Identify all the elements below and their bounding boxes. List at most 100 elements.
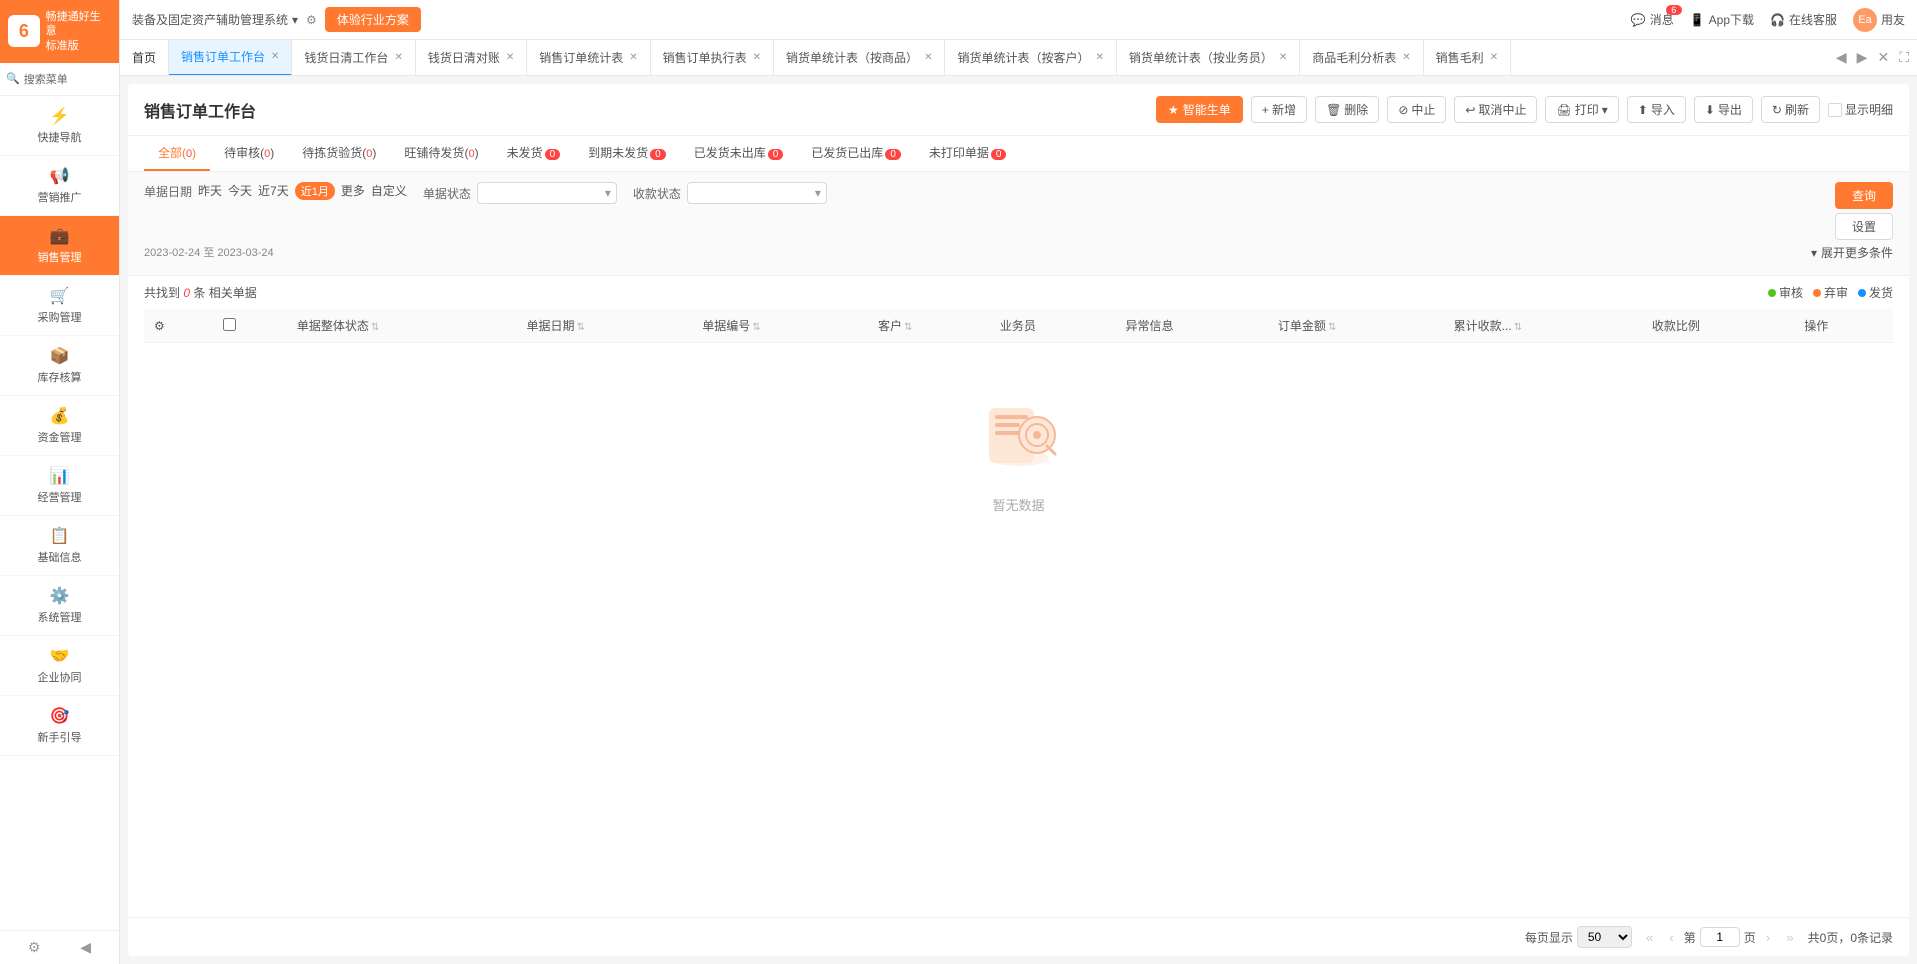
sidebar-search[interactable]: 🔍 搜索菜单 (0, 63, 119, 96)
column-settings-icon[interactable]: ⚙ (154, 319, 165, 333)
expand-filter-button[interactable]: ▾ 展开更多条件 (1811, 244, 1893, 261)
batch-ship-button[interactable]: 发货 (1858, 284, 1893, 301)
sidebar-item-enterprise[interactable]: 🤝企业协同 (0, 636, 119, 696)
prev-page-button[interactable]: ‹ (1663, 928, 1679, 947)
system-title-dropdown[interactable]: 装备及固定资产辅助管理系统 ▾ (132, 11, 298, 28)
th-customer[interactable]: 客户⇅ (868, 309, 990, 343)
settings-footer-icon[interactable]: ⚙ (28, 939, 41, 956)
tab-close-sales-customer-stats[interactable]: ✕ (1095, 52, 1103, 63)
industry-solution-button[interactable]: 体验行业方案 (325, 7, 421, 32)
sub-tab-not-shipped[interactable]: 未发货0 (493, 136, 575, 171)
nav-label-system: 系统管理 (38, 609, 82, 625)
tab-margin-analysis[interactable]: 商品毛利分析表✕ (1300, 40, 1423, 76)
query-button[interactable]: 查询 (1835, 182, 1893, 209)
delete-button[interactable]: 🗑 删除 (1315, 96, 1379, 123)
date-link-yesterday[interactable]: 昨天 (198, 182, 222, 200)
select-all-checkbox[interactable] (223, 318, 236, 331)
sidebar-item-purchase[interactable]: 🛒采购管理 (0, 276, 119, 336)
tab-close-sales-stats[interactable]: ✕ (629, 52, 637, 63)
topbar-settings-icon[interactable]: ⚙ (306, 13, 317, 27)
batch-cancel-button[interactable]: 弃审 (1813, 284, 1848, 301)
sort-icon-date: ⇅ (576, 322, 584, 333)
sidebar-item-quick-nav[interactable]: ⚡快捷导航 (0, 96, 119, 156)
tab-cash-reconcile[interactable]: 钱货日清对账✕ (416, 40, 527, 76)
tab-sales-more[interactable]: 销售毛利✕ (1424, 40, 1511, 76)
tab-sales-order-workspace[interactable]: 销售订单工作台✕ (169, 40, 292, 76)
total-count: 0 (183, 286, 190, 300)
page-number-input[interactable] (1700, 927, 1740, 947)
th-date[interactable]: 单据日期⇅ (516, 309, 692, 343)
show-details-checkbox[interactable]: 显示明细 (1828, 101, 1893, 118)
sub-tab-pending-inspect[interactable]: 待拣货验货(0) (288, 136, 390, 171)
date-link-custom[interactable]: 自定义 (371, 182, 407, 200)
tab-close-sales-more[interactable]: ✕ (1490, 52, 1498, 63)
date-link-more[interactable]: 更多 (341, 182, 365, 200)
settings-button[interactable]: 设置 (1835, 213, 1893, 240)
tab-sales-customer-stats[interactable]: 销货单统计表（按客户）✕ (945, 40, 1116, 76)
date-link-last7[interactable]: 近7天 (258, 182, 289, 200)
tab-close-cash-reconcile[interactable]: ✕ (506, 52, 514, 63)
user-menu[interactable]: Ea 用友 (1853, 8, 1905, 32)
tab-cash-daily[interactable]: 钱货日清工作台✕ (292, 40, 415, 76)
online-service-action[interactable]: 🎧 在线客服 (1770, 11, 1837, 28)
sub-tab-shipped-not-out[interactable]: 已发货未出库0 (680, 136, 798, 171)
last-page-button[interactable]: » (1780, 928, 1799, 947)
payment-select[interactable] (687, 182, 827, 204)
sidebar-item-marketing[interactable]: 📢营销推广 (0, 156, 119, 216)
tabs-fullscreen-button[interactable]: ⛶ (1895, 47, 1913, 68)
date-link-last1m[interactable]: 近1月 (295, 182, 335, 200)
tab-close-cash-daily[interactable]: ✕ (394, 52, 402, 63)
export-button[interactable]: ⬇ 导出 (1694, 96, 1753, 123)
tabs-close-all-button[interactable]: ✕ (1873, 47, 1893, 68)
print-button[interactable]: 🖨 打印 ▾ (1545, 96, 1618, 123)
sidebar-item-guide[interactable]: 🎯新手引导 (0, 696, 119, 756)
message-action[interactable]: 💬 消息 6 (1631, 11, 1674, 28)
nav-icon-purchase: 🛒 (50, 286, 70, 306)
tab-close-sales-staff-stats[interactable]: ✕ (1279, 52, 1287, 63)
batch-review-button[interactable]: 审核 (1768, 284, 1803, 301)
tab-close-sales-product-stats[interactable]: ✕ (924, 52, 932, 63)
refresh-button[interactable]: ↻ 刷新 (1761, 96, 1820, 123)
sub-tab-label-pending-review: 待审核 (224, 146, 260, 160)
sub-tab-shipped-out[interactable]: 已发货已出库0 (797, 136, 915, 171)
collapse-sidebar-icon[interactable]: ◀ (80, 939, 91, 956)
cancel-stop-button[interactable]: ↩ 取消中止 (1454, 96, 1537, 123)
app-download-action[interactable]: 📱 App下载 (1690, 11, 1754, 28)
smart-gen-button[interactable]: ★ 智能生单 (1156, 96, 1243, 123)
first-page-button[interactable]: « (1640, 928, 1659, 947)
sidebar-item-system[interactable]: ⚙️系统管理 (0, 576, 119, 636)
sub-tab-pending-review[interactable]: 待审核(0) (210, 136, 288, 171)
sub-tab-all[interactable]: 全部(0) (144, 136, 210, 171)
tab-close-sales-order-workspace[interactable]: ✕ (271, 51, 279, 62)
th-code[interactable]: 单据编号⇅ (692, 309, 868, 343)
status-select[interactable] (477, 182, 617, 204)
sidebar-item-basic[interactable]: 📋基础信息 (0, 516, 119, 576)
th-collected[interactable]: 累计收款...⇅ (1444, 309, 1642, 343)
sub-tab-overdue-not-shipped[interactable]: 到期未发货0 (574, 136, 680, 171)
tab-sales-staff-stats[interactable]: 销货单统计表（按业务员）✕ (1117, 40, 1300, 76)
tab-sales-exec[interactable]: 销售订单执行表✕ (651, 40, 774, 76)
tab-home[interactable]: 首页 (120, 40, 169, 76)
sidebar-item-finance[interactable]: 💰资金管理 (0, 396, 119, 456)
sidebar-item-inventory[interactable]: 📦库存核算 (0, 336, 119, 396)
tab-close-sales-exec[interactable]: ✕ (753, 52, 761, 63)
sub-tab-not-printed[interactable]: 未打印单据0 (915, 136, 1021, 171)
sidebar-item-sales[interactable]: 💼销售管理 (0, 216, 119, 276)
sub-tab-label-not-printed: 未打印单据 (929, 146, 989, 160)
th-operation: 操作 (1794, 309, 1893, 343)
tab-close-margin-analysis[interactable]: ✕ (1402, 52, 1410, 63)
tab-sales-product-stats[interactable]: 销货单统计表（按商品）✕ (774, 40, 945, 76)
page-size-select[interactable]: 50 10 20 100 (1577, 926, 1632, 948)
add-button[interactable]: + 新增 (1251, 96, 1307, 123)
date-link-today[interactable]: 今天 (228, 182, 252, 200)
tabs-prev-button[interactable]: ◀ (1832, 47, 1851, 68)
sidebar-item-operations[interactable]: 📊经营管理 (0, 456, 119, 516)
stop-button[interactable]: ⊘ 中止 (1387, 96, 1446, 123)
tabs-next-button[interactable]: ▶ (1853, 47, 1872, 68)
next-page-button[interactable]: › (1760, 928, 1776, 947)
tab-sales-stats[interactable]: 销售订单统计表✕ (527, 40, 650, 76)
th-amount[interactable]: 订单金额⇅ (1268, 309, 1444, 343)
sub-tab-wangpu-pending-ship[interactable]: 旺铺待发货(0) (390, 136, 492, 171)
th-status[interactable]: 单据整体状态⇅ (287, 309, 517, 343)
import-button[interactable]: ⬆ 导入 (1627, 96, 1686, 123)
